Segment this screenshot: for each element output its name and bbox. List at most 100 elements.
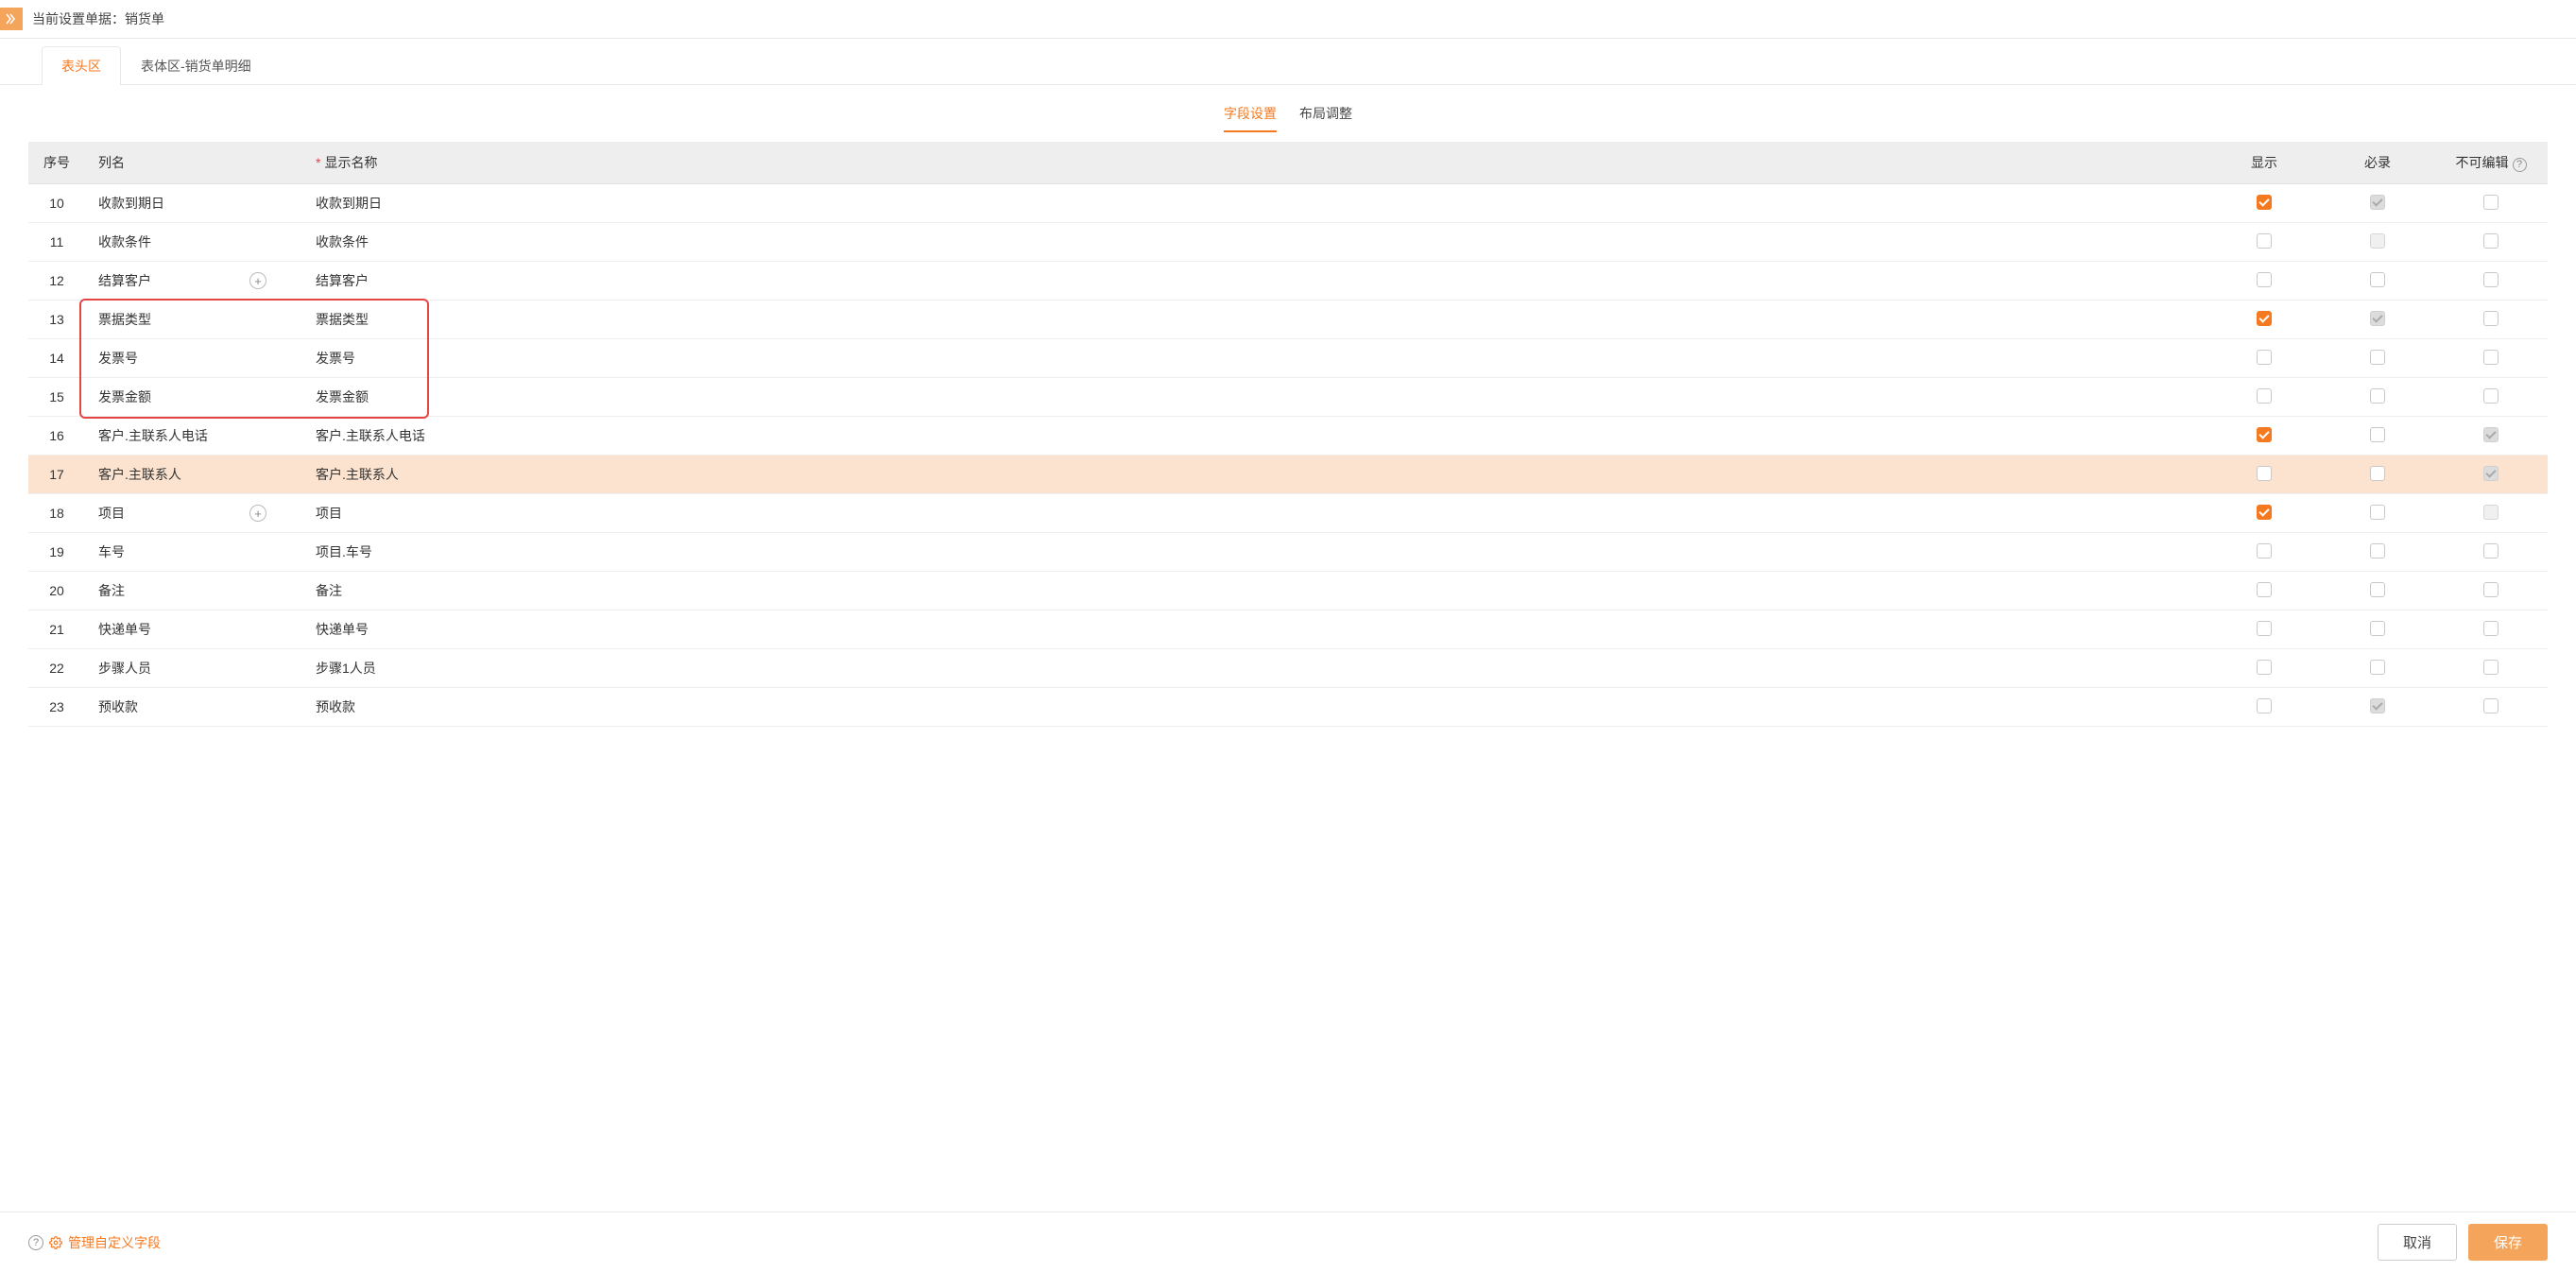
checkbox-show[interactable] (2257, 621, 2272, 636)
checkbox-show[interactable] (2257, 505, 2272, 520)
table-row[interactable]: 21快递单号快递单号 (28, 610, 2548, 649)
checkbox-readonly[interactable] (2483, 388, 2499, 404)
checkbox-required (2370, 233, 2385, 249)
checkbox-show[interactable] (2257, 582, 2272, 597)
cell-required (2321, 649, 2434, 688)
checkbox-required[interactable] (2370, 427, 2385, 442)
add-child-button[interactable]: + (249, 505, 266, 522)
question-icon[interactable]: ? (28, 1235, 43, 1250)
cell-seq: 21 (28, 610, 85, 649)
secondary-tab-1[interactable]: 布局调整 (1299, 98, 1352, 132)
checkbox-required[interactable] (2370, 660, 2385, 675)
checkbox-show[interactable] (2257, 543, 2272, 559)
checkbox-show[interactable] (2257, 466, 2272, 481)
cell-seq: 10 (28, 184, 85, 223)
manage-custom-fields-link[interactable]: 管理自定义字段 (68, 1233, 161, 1252)
checkbox-readonly[interactable] (2483, 311, 2499, 326)
save-button[interactable]: 保存 (2468, 1224, 2548, 1261)
cell-display[interactable]: 快递单号 (302, 610, 2207, 649)
add-child-button[interactable]: + (249, 272, 266, 289)
checkbox-show[interactable] (2257, 698, 2272, 713)
checkbox-show[interactable] (2257, 272, 2272, 287)
cell-display[interactable]: 发票金额 (302, 378, 2207, 417)
checkbox-required[interactable] (2370, 350, 2385, 365)
cell-required (2321, 301, 2434, 339)
cell-display[interactable]: 备注 (302, 572, 2207, 610)
table-row[interactable]: 17客户.主联系人客户.主联系人 (28, 456, 2548, 494)
checkbox-show[interactable] (2257, 350, 2272, 365)
table-row[interactable]: 18项目+项目 (28, 494, 2548, 533)
checkbox-readonly[interactable] (2483, 582, 2499, 597)
cell-seq: 23 (28, 688, 85, 727)
checkbox-required[interactable] (2370, 543, 2385, 559)
cell-show (2207, 456, 2321, 494)
checkbox-required[interactable] (2370, 388, 2385, 404)
cancel-button[interactable]: 取消 (2378, 1224, 2457, 1261)
secondary-tabs: 字段设置布局调整 (0, 85, 2576, 132)
checkbox-readonly[interactable] (2483, 543, 2499, 559)
table-row[interactable]: 11收款条件收款条件 (28, 223, 2548, 262)
cell-required (2321, 494, 2434, 533)
cell-display[interactable]: 结算客户 (302, 262, 2207, 301)
cell-display[interactable]: 客户.主联系人 (302, 456, 2207, 494)
cell-display[interactable]: 收款条件 (302, 223, 2207, 262)
table-row[interactable]: 20备注备注 (28, 572, 2548, 610)
checkbox-readonly[interactable] (2483, 621, 2499, 636)
cell-display[interactable]: 项目 (302, 494, 2207, 533)
checkbox-show[interactable] (2257, 311, 2272, 326)
checkbox-readonly[interactable] (2483, 233, 2499, 249)
checkbox-required[interactable] (2370, 272, 2385, 287)
cell-seq: 15 (28, 378, 85, 417)
primary-tabs: 表头区表体区-销货单明细 (0, 46, 2576, 85)
table-row[interactable]: 19车号项目.车号 (28, 533, 2548, 572)
table-row[interactable]: 13票据类型票据类型 (28, 301, 2548, 339)
col-header-required: 必录 (2321, 142, 2434, 184)
checkbox-readonly (2483, 505, 2499, 520)
checkbox-readonly[interactable] (2483, 660, 2499, 675)
cell-display[interactable]: 收款到期日 (302, 184, 2207, 223)
cell-display[interactable]: 预收款 (302, 688, 2207, 727)
cell-display[interactable]: 发票号 (302, 339, 2207, 378)
table-row[interactable]: 16客户.主联系人电话客户.主联系人电话 (28, 417, 2548, 456)
cell-name: 票据类型 (85, 301, 302, 339)
cell-display[interactable]: 客户.主联系人电话 (302, 417, 2207, 456)
checkbox-readonly[interactable] (2483, 350, 2499, 365)
table-row[interactable]: 22步骤人员步骤1人员 (28, 649, 2548, 688)
cell-display[interactable]: 票据类型 (302, 301, 2207, 339)
checkbox-required[interactable] (2370, 621, 2385, 636)
fields-table: 序号 列名 *显示名称 显示 必录 不可编辑? 10收款到期日收款到期日11收款… (28, 142, 2548, 727)
checkbox-required[interactable] (2370, 582, 2385, 597)
primary-tab-1[interactable]: 表体区-销货单明细 (121, 46, 271, 85)
primary-tab-0[interactable]: 表头区 (42, 46, 121, 85)
checkbox-show[interactable] (2257, 660, 2272, 675)
table-row[interactable]: 14发票号发票号 (28, 339, 2548, 378)
secondary-tab-0[interactable]: 字段设置 (1224, 98, 1277, 132)
cell-readonly (2434, 688, 2548, 727)
checkbox-show[interactable] (2257, 233, 2272, 249)
cell-seq: 14 (28, 339, 85, 378)
checkbox-show[interactable] (2257, 195, 2272, 210)
cell-name: 收款到期日 (85, 184, 302, 223)
cell-seq: 22 (28, 649, 85, 688)
checkbox-required[interactable] (2370, 466, 2385, 481)
cell-seq: 11 (28, 223, 85, 262)
table-row[interactable]: 15发票金额发票金额 (28, 378, 2548, 417)
checkbox-readonly[interactable] (2483, 272, 2499, 287)
checkbox-required[interactable] (2370, 505, 2385, 520)
checkbox-show[interactable] (2257, 427, 2272, 442)
cell-name: 收款条件 (85, 223, 302, 262)
table-row[interactable]: 23预收款预收款 (28, 688, 2548, 727)
expand-toggle[interactable] (0, 8, 23, 30)
checkbox-readonly[interactable] (2483, 195, 2499, 210)
required-star-icon: * (316, 155, 320, 170)
table-row[interactable]: 12结算客户+结算客户 (28, 262, 2548, 301)
table-row[interactable]: 10收款到期日收款到期日 (28, 184, 2548, 223)
checkbox-readonly[interactable] (2483, 698, 2499, 713)
cell-display[interactable]: 项目.车号 (302, 533, 2207, 572)
cell-display[interactable]: 步骤1人员 (302, 649, 2207, 688)
cell-show (2207, 688, 2321, 727)
checkbox-show[interactable] (2257, 388, 2272, 404)
cell-seq: 12 (28, 262, 85, 301)
help-icon[interactable]: ? (2513, 158, 2527, 172)
cell-name: 客户.主联系人电话 (85, 417, 302, 456)
